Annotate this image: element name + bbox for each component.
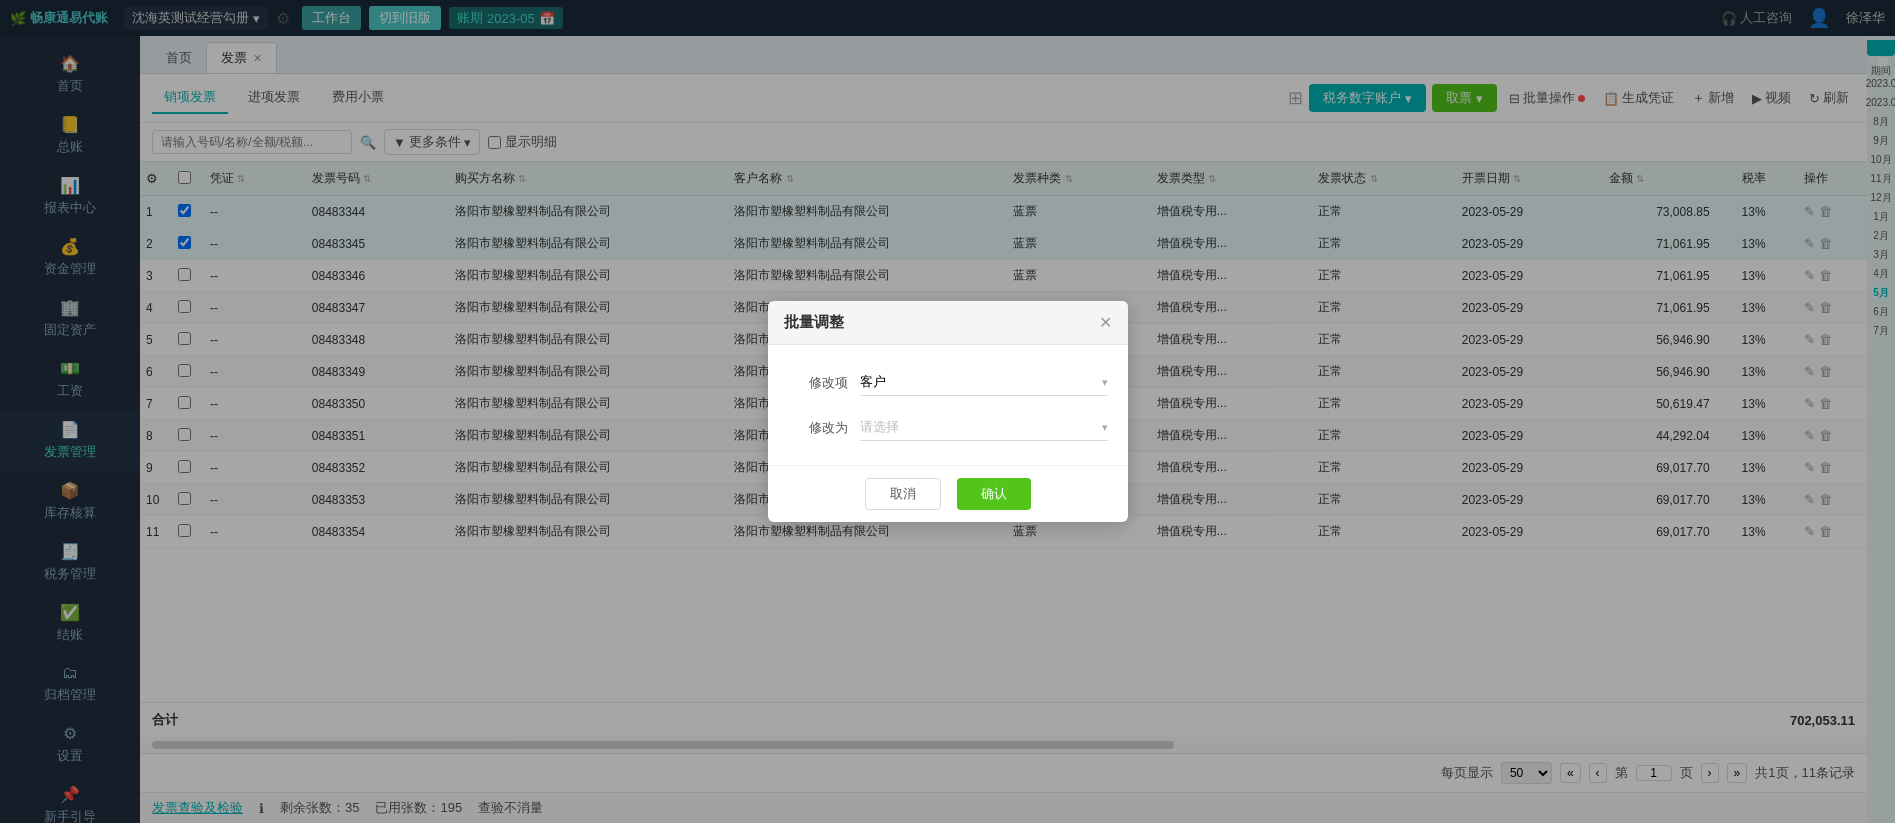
batch-adjust-modal: 批量调整 ✕ 修改项 客户 ▾ 修改为 请选择 ▾ 取消 确认 xyxy=(768,301,1128,522)
modal-header: 批量调整 ✕ xyxy=(768,301,1128,345)
modal-field-row: 修改项 客户 ▾ xyxy=(788,369,1108,396)
modal-title: 批量调整 xyxy=(784,313,844,332)
confirm-button[interactable]: 确认 xyxy=(957,478,1031,510)
modal-field-select[interactable]: 客户 ▾ xyxy=(860,369,1108,396)
chevron-down-icon: ▾ xyxy=(1102,421,1108,434)
modal-value-row: 修改为 请选择 ▾ xyxy=(788,414,1108,441)
modal-footer: 取消 确认 xyxy=(768,465,1128,522)
cancel-button[interactable]: 取消 xyxy=(865,478,941,510)
modal-body: 修改项 客户 ▾ 修改为 请选择 ▾ xyxy=(768,345,1128,465)
modal-field-value: 客户 xyxy=(860,373,886,391)
modal-field-label: 修改项 xyxy=(788,374,848,392)
modal-value-label: 修改为 xyxy=(788,419,848,437)
modal-value-select[interactable]: 请选择 ▾ xyxy=(860,414,1108,441)
chevron-down-icon: ▾ xyxy=(1102,376,1108,389)
modal-value-placeholder: 请选择 xyxy=(860,418,899,436)
modal-close-btn[interactable]: ✕ xyxy=(1099,313,1112,332)
modal-overlay[interactable]: 批量调整 ✕ 修改项 客户 ▾ 修改为 请选择 ▾ 取消 确认 xyxy=(0,0,1895,823)
